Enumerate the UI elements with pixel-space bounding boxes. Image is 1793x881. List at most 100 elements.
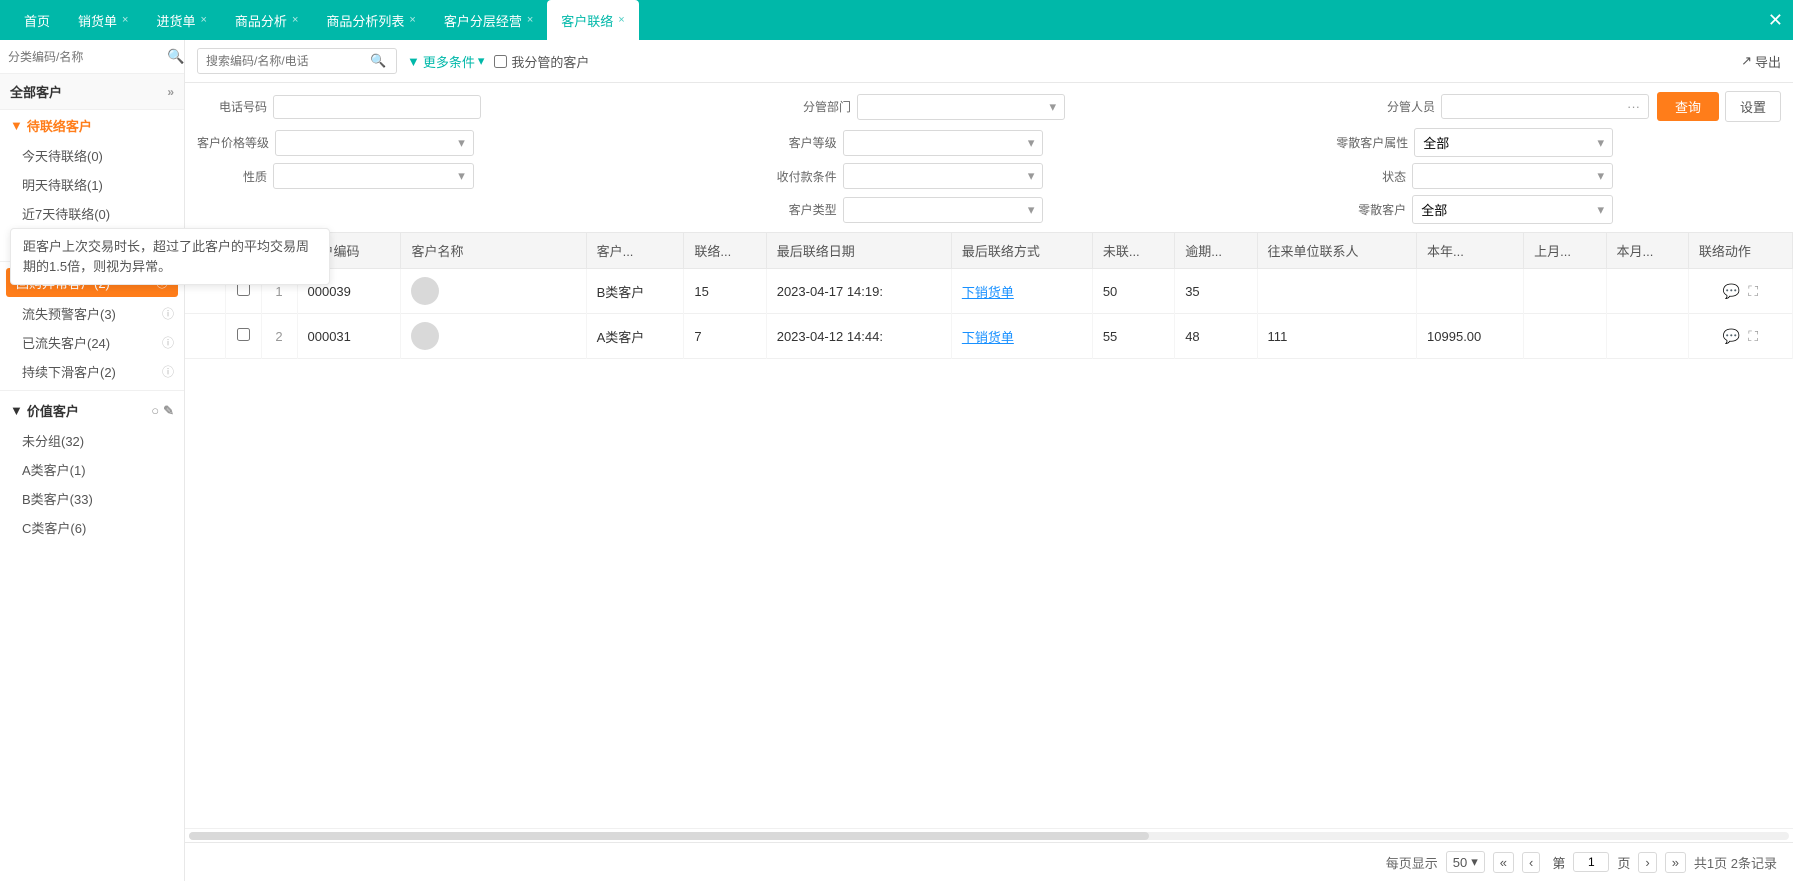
current-page-input[interactable]	[1573, 852, 1609, 872]
td-code-2[interactable]: 000031	[297, 314, 401, 359]
per-page-select[interactable]: 50 ▾	[1446, 851, 1485, 873]
horizontal-scrollbar[interactable]	[185, 828, 1793, 842]
row1-chat-icon[interactable]: 💬	[1723, 283, 1740, 300]
td-last-method-1[interactable]: 下销货单	[951, 269, 1092, 314]
pending-group-title[interactable]: ▼ 待联络客户	[0, 110, 184, 141]
td-check-2[interactable]	[225, 314, 261, 359]
sidebar-item-tomorrow[interactable]: 明天待联络(1)	[0, 170, 184, 199]
td-action-1[interactable]: 💬 ⛶	[1688, 269, 1792, 314]
nav-analysis[interactable]: 商品分析 ×	[221, 0, 312, 40]
phone-input[interactable]	[273, 95, 481, 119]
nav-customer-tier[interactable]: 客户分层经营 ×	[430, 0, 547, 40]
row2-chat-icon[interactable]: 💬	[1723, 328, 1740, 345]
sidebar-item-7days[interactable]: 近7天待联络(0)	[0, 199, 184, 228]
settings-button[interactable]: 设置	[1725, 91, 1781, 122]
th-overdue-label: 逾期...	[1185, 244, 1222, 259]
nav-customer-tier-close[interactable]: ×	[527, 14, 533, 26]
nav-sales-close[interactable]: ×	[122, 14, 128, 26]
value-group-add-icon[interactable]: ✎	[163, 403, 174, 419]
prev-page-btn[interactable]: ‹	[1522, 852, 1540, 873]
last-page-btn[interactable]: »	[1665, 852, 1686, 873]
row1-num: 1	[275, 284, 282, 299]
th-last-method[interactable]: 最后联络方式	[951, 233, 1092, 269]
sidebar-item-lostwarning[interactable]: 流失预警客户(3) ⓘ	[0, 299, 184, 328]
collapse-sidebar-icon[interactable]: »	[167, 85, 174, 99]
scrollbar-thumb[interactable]	[189, 832, 1149, 840]
value-group-edit-icon[interactable]: ○	[151, 403, 159, 419]
nav-analysis-list[interactable]: 商品分析列表 ×	[312, 0, 429, 40]
price-tier-select[interactable]: ▾	[275, 130, 474, 156]
nav-customer-contact[interactable]: 客户联络 ×	[547, 0, 638, 40]
sidebar-item-a-class[interactable]: A类客户(1)	[0, 455, 184, 484]
sidebar-item-today[interactable]: 今天待联络(0)	[0, 141, 184, 170]
nav-analysis-list-close[interactable]: ×	[409, 14, 415, 26]
nav-purchase-close[interactable]: ×	[200, 14, 206, 26]
sidebar-item-declining[interactable]: 持续下滑客户(2) ⓘ	[0, 357, 184, 386]
sidebar-item-c-class[interactable]: C类客户(6)	[0, 513, 184, 542]
th-last-date[interactable]: 最后联络日期	[766, 233, 951, 269]
th-type[interactable]: 客户...	[586, 233, 684, 269]
nature-select[interactable]: ▾	[273, 163, 474, 189]
person-select[interactable]: ···	[1441, 94, 1649, 119]
row2-last-method[interactable]: 下销货单	[962, 330, 1014, 345]
th-this-year[interactable]: 本年...	[1417, 233, 1524, 269]
td-last-date-2: 2023-04-12 14:44:	[766, 314, 951, 359]
row2-code: 000031	[308, 329, 351, 344]
td-last-date-1: 2023-04-17 14:19:	[766, 269, 951, 314]
export-btn[interactable]: ↗ 导出	[1741, 52, 1781, 71]
th-action[interactable]: 联络动作	[1688, 233, 1792, 269]
nav-sales[interactable]: 销货单 ×	[64, 0, 142, 40]
per-page-label: 每页显示	[1386, 853, 1438, 872]
th-name[interactable]: 客户名称	[401, 233, 586, 269]
th-contact-count[interactable]: 联络...	[684, 233, 766, 269]
nav-analysis-close[interactable]: ×	[292, 14, 298, 26]
value-group-title[interactable]: ▼ 价值客户 ○ ✎	[0, 395, 184, 426]
th-type-label: 客户...	[597, 244, 634, 259]
query-button[interactable]: 查询	[1657, 92, 1719, 121]
td-name-1[interactable]	[401, 269, 586, 314]
filter-retail-attr: 零散客户属性 全部 ▾	[1336, 128, 1613, 157]
nav-home[interactable]: 首页	[10, 0, 64, 40]
th-this-month[interactable]: 本月...	[1606, 233, 1688, 269]
td-company-contact-1	[1257, 269, 1417, 314]
customer-tier-select[interactable]: ▾	[843, 130, 1044, 156]
content-area: 🔍 ▼ 更多条件 ▾ 我分管的客户 ↗ 导出 电话号码	[185, 40, 1793, 881]
th-unreceived[interactable]: 未联...	[1092, 233, 1174, 269]
nav-purchase[interactable]: 进货单 ×	[142, 0, 220, 40]
lost-info-icon[interactable]: ⓘ	[162, 334, 174, 351]
next-page-btn[interactable]: ›	[1638, 852, 1656, 873]
td-name-2[interactable]	[401, 314, 586, 359]
retail-customer-select[interactable]: 全部 ▾	[1412, 195, 1613, 224]
td-last-method-2[interactable]: 下销货单	[951, 314, 1092, 359]
filter-search-icon[interactable]: 🔍	[370, 53, 386, 69]
lostwarning-info-icon[interactable]: ⓘ	[162, 305, 174, 322]
sidebar-search-icon[interactable]: 🔍	[167, 48, 184, 65]
declining-info-icon[interactable]: ⓘ	[162, 363, 174, 380]
first-page-btn[interactable]: «	[1493, 852, 1514, 873]
retail-attr-select[interactable]: 全部 ▾	[1414, 128, 1613, 157]
my-customers-checkbox[interactable]	[494, 55, 507, 68]
close-all-tabs[interactable]: ✕	[1768, 10, 1783, 31]
status-select[interactable]: ▾	[1412, 163, 1613, 189]
row2-checkbox[interactable]	[237, 328, 250, 341]
filter-search-input[interactable]	[206, 54, 366, 68]
row2-contact-count: 7	[694, 329, 701, 344]
sidebar-item-b-class[interactable]: B类客户(33)	[0, 484, 184, 513]
page-end-label: 页	[1617, 853, 1630, 872]
td-action-2[interactable]: 💬 ⛶	[1688, 314, 1792, 359]
th-overdue[interactable]: 逾期...	[1175, 233, 1257, 269]
th-last-month[interactable]: 上月...	[1524, 233, 1606, 269]
filter-more-btn[interactable]: ▼ 更多条件 ▾	[407, 52, 484, 71]
nav-customer-contact-close[interactable]: ×	[618, 14, 624, 26]
customer-type-select[interactable]: ▾	[843, 197, 1044, 223]
payment-select[interactable]: ▾	[843, 163, 1044, 189]
dept-select[interactable]: ▾	[857, 94, 1065, 120]
th-company-contact[interactable]: 往来单位联系人	[1257, 233, 1417, 269]
sidebar-item-lost[interactable]: 已流失客户(24) ⓘ	[0, 328, 184, 357]
nav-purchase-label: 进货单	[156, 11, 195, 30]
row1-link-icon[interactable]: ⛶	[1748, 283, 1758, 300]
row1-last-method[interactable]: 下销货单	[962, 285, 1014, 300]
row2-link-icon[interactable]: ⛶	[1748, 328, 1758, 345]
sidebar-item-ungrouped[interactable]: 未分组(32)	[0, 426, 184, 455]
sidebar-search-input[interactable]	[8, 50, 163, 64]
